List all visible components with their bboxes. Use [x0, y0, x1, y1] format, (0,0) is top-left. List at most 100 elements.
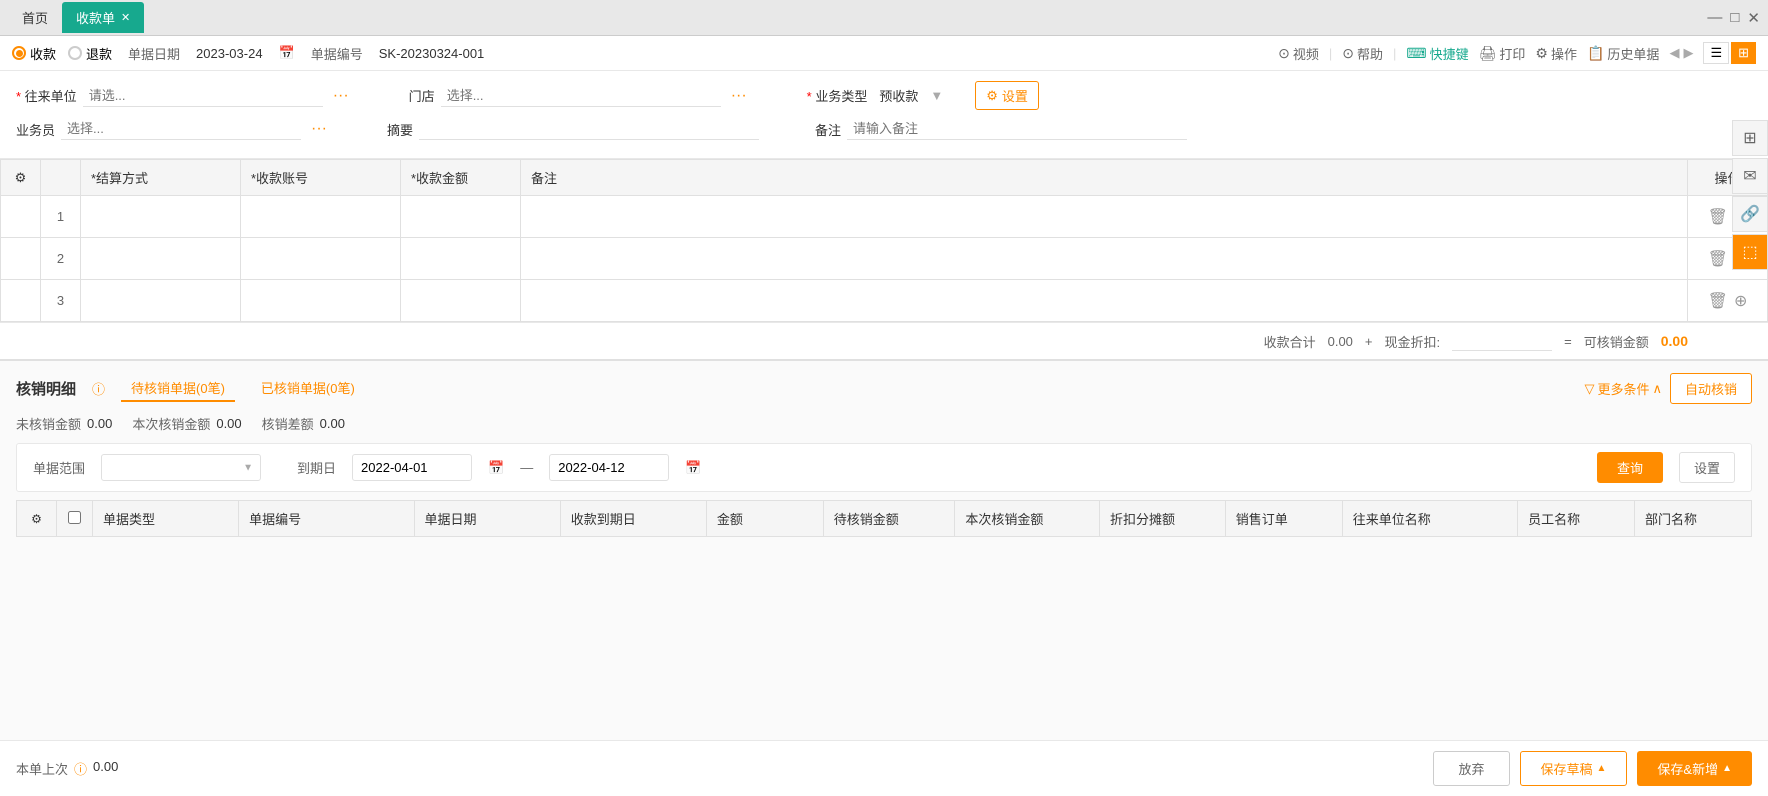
counterpart-more-btn[interactable]: ··· [329, 87, 353, 105]
sidebar-link-icon[interactable]: 🔗 [1732, 196, 1768, 232]
row1-account[interactable] [241, 196, 401, 238]
salesperson-input[interactable] [61, 118, 301, 140]
notes-field: 备注 [815, 118, 1187, 140]
history-icon: 📋 [1587, 45, 1604, 62]
filter-settings-button[interactable]: 设置 [1679, 452, 1735, 483]
verify-tab-done[interactable]: 已核销单据(0笔) [251, 375, 365, 402]
bt-header-settings[interactable]: ⚙ [17, 501, 57, 537]
row2-delete-icon[interactable]: 🗑 [1708, 249, 1728, 269]
table-header-settings[interactable]: ⚙ [1, 160, 41, 196]
help-icon: ⊙ [1342, 45, 1354, 62]
range-select[interactable] [101, 454, 261, 481]
sidebar-table-icon[interactable]: ⊞ [1732, 120, 1768, 156]
row2-remark[interactable] [521, 238, 1688, 280]
list-view-btn[interactable]: ☰ [1703, 42, 1729, 64]
operation-btn[interactable]: ⚙ 操作 [1535, 44, 1577, 63]
receipt-radio[interactable]: 收款 [12, 44, 56, 63]
shortcut-btn[interactable]: ⌨ 快捷键 [1406, 44, 1468, 63]
calendar-icon[interactable]: 📅 [279, 45, 295, 61]
salesperson-more-btn[interactable]: ··· [307, 120, 331, 138]
date-from-icon[interactable]: 📅 [488, 460, 504, 476]
bottom-bar: 本单上次 ⓘ 0.00 放弃 保存草稿 ▲ 保存&新增 ▲ [0, 740, 1768, 796]
view-toggle: ☰ ⊞ [1703, 42, 1756, 64]
operation-icon: ⚙ [1535, 45, 1548, 62]
shortcut-icon: ⌨ [1406, 45, 1426, 62]
bt-header-due-date: 收款到期日 [560, 501, 706, 537]
table-header-num [41, 160, 81, 196]
date-value[interactable]: 2023-03-24 [196, 46, 263, 61]
nav-next-btn[interactable]: ▶ [1683, 45, 1693, 61]
bottom-actions: 放弃 保存草稿 ▲ 保存&新增 ▲ [1433, 751, 1752, 786]
settings-button[interactable]: ⚙ 设置 [975, 81, 1039, 110]
counterpart-input[interactable] [83, 85, 323, 107]
filter-row: 单据范围 到期日 📅 — 📅 查询 设置 [16, 443, 1752, 492]
sep2: | [1393, 46, 1396, 61]
discount-input[interactable] [1452, 331, 1552, 351]
row1-amount[interactable] [401, 196, 521, 238]
help-btn[interactable]: ⊙ 帮助 [1342, 44, 1383, 63]
bt-header-dept: 部门名称 [1635, 501, 1752, 537]
row3-delete-icon[interactable]: 🗑 [1708, 291, 1728, 311]
stat-this-verify: 本次核销金额 0.00 [132, 414, 241, 433]
date-from-input[interactable] [352, 454, 472, 481]
abandon-button[interactable]: 放弃 [1433, 751, 1509, 786]
row1-remark[interactable] [521, 196, 1688, 238]
refund-radio[interactable]: 退款 [68, 44, 112, 63]
row3-copy-icon[interactable]: ⊕ [1734, 291, 1747, 311]
video-btn[interactable]: ⊙ 视频 [1278, 44, 1319, 63]
sidebar-camera-icon[interactable]: ⬚ [1732, 234, 1768, 270]
page-stat: 本单上次 ⓘ 0.00 [16, 759, 118, 778]
nav-prev-btn[interactable]: ◀ [1669, 45, 1679, 61]
notes-input[interactable] [847, 118, 1187, 140]
net-value: 0.00 [1661, 333, 1688, 349]
more-conditions-btn[interactable]: ▽ 更多条件 ∧ [1584, 379, 1662, 398]
settings-label: 设置 [1002, 86, 1028, 105]
store-input[interactable] [441, 85, 721, 107]
save-new-button[interactable]: 保存&新增 ▲ [1637, 751, 1752, 786]
query-button[interactable]: 查询 [1597, 452, 1663, 483]
summary-label: 摘要 [387, 120, 413, 139]
page-stat-value: 0.00 [93, 759, 118, 778]
print-btn[interactable]: 🖨 打印 [1479, 44, 1526, 63]
tab-home[interactable]: 首页 [8, 2, 62, 33]
row2-settlement[interactable] [81, 238, 241, 280]
history-btn[interactable]: 📋 历史单据 [1587, 44, 1659, 63]
verify-stats: 未核销金额 0.00 本次核销金额 0.00 核销差额 0.00 [16, 414, 1752, 433]
row3-remark[interactable] [521, 280, 1688, 322]
bt-header-checkbox[interactable] [68, 511, 81, 524]
bt-header-check [57, 501, 93, 537]
business-type-value: 预收款 [879, 86, 918, 105]
tab-receipt[interactable]: 收款单 ✕ [62, 2, 144, 33]
business-type-label: 业务类型 [807, 86, 868, 105]
store-more-btn[interactable]: ··· [727, 87, 751, 105]
table-header-amount: *收款金额 [401, 160, 521, 196]
row3-settlement[interactable] [81, 280, 241, 322]
row2-amount[interactable] [401, 238, 521, 280]
date-to-icon[interactable]: 📅 [685, 460, 701, 476]
verify-info-icon[interactable]: ⓘ [92, 379, 105, 398]
stat-unverified: 未核销金额 0.00 [16, 414, 112, 433]
page-stat-label: 本单上次 [16, 759, 68, 778]
page-stat-info-icon[interactable]: ⓘ [74, 759, 87, 778]
row3-account[interactable] [241, 280, 401, 322]
row1-settings [1, 196, 41, 238]
detail-view-btn[interactable]: ⊞ [1731, 42, 1756, 64]
row3-amount[interactable] [401, 280, 521, 322]
minimize-btn[interactable]: — [1707, 9, 1722, 27]
verify-tab-pending[interactable]: 待核销单据(0笔) [121, 375, 235, 402]
row1-settlement[interactable] [81, 196, 241, 238]
date-to-input[interactable] [549, 454, 669, 481]
save-draft-button[interactable]: 保存草稿 ▲ [1520, 751, 1628, 786]
tab-close-icon[interactable]: ✕ [121, 11, 130, 24]
auto-verify-btn[interactable]: 自动核销 [1670, 373, 1752, 404]
close-btn[interactable]: ✕ [1747, 9, 1760, 27]
business-type-chevron[interactable]: ▼ [930, 88, 943, 103]
maximize-btn[interactable]: □ [1730, 9, 1739, 27]
table-row: 2 🗑 ⊕ [1, 238, 1768, 280]
row2-account[interactable] [241, 238, 401, 280]
net-label: 可核销金额 [1584, 332, 1649, 351]
row1-delete-icon[interactable]: 🗑 [1708, 207, 1728, 227]
sidebar-email-icon[interactable]: ✉ [1732, 158, 1768, 194]
row3-action: 🗑 ⊕ [1688, 280, 1768, 322]
summary-input[interactable] [419, 118, 759, 140]
